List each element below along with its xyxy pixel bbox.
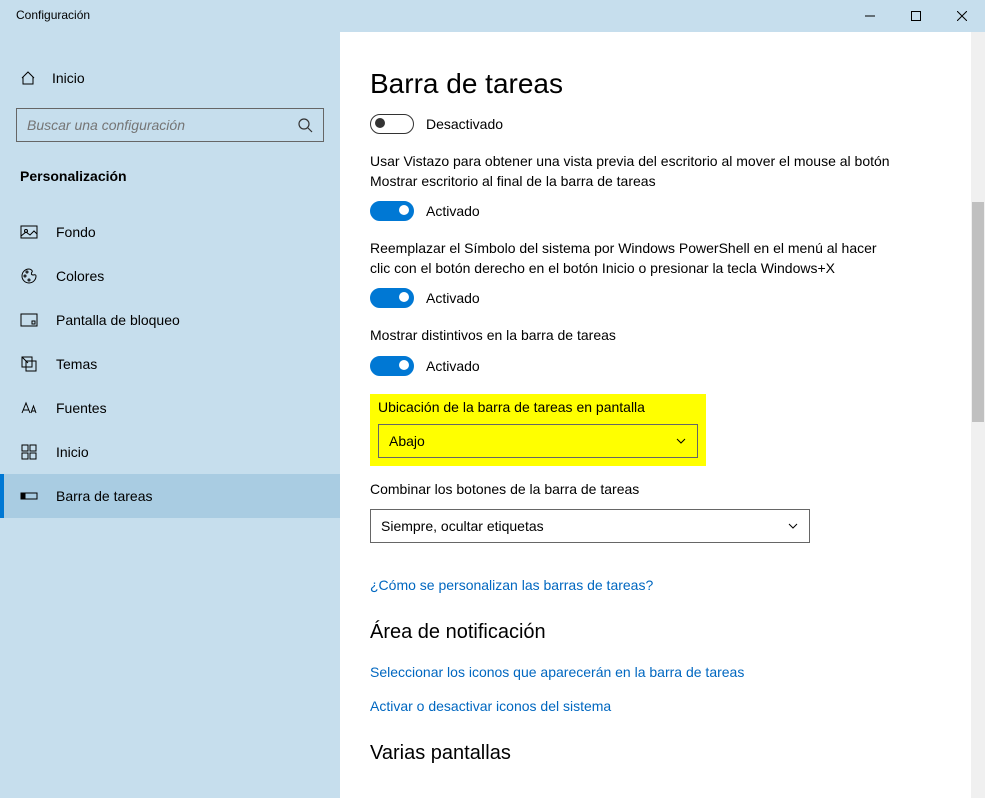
notification-area-title: Área de notificación	[370, 621, 955, 644]
toggle-state: Activado	[426, 290, 480, 306]
setting-badges-text: Mostrar distintivos en la barra de tarea…	[370, 326, 890, 346]
close-button[interactable]	[939, 0, 985, 32]
nav-label: Barra de tareas	[56, 488, 153, 504]
toggle-peek[interactable]	[370, 201, 414, 221]
palette-icon	[20, 267, 38, 285]
chevron-down-icon	[675, 435, 687, 447]
search-input[interactable]	[27, 117, 313, 133]
combine-dropdown[interactable]: Siempre, ocultar etiquetas	[370, 509, 810, 543]
lockscreen-icon	[20, 311, 38, 329]
nav-item-inicio[interactable]: Inicio	[0, 430, 340, 474]
nav-label: Fuentes	[56, 400, 107, 416]
fonts-icon	[20, 399, 38, 417]
window-title: Configuración	[16, 8, 90, 22]
nav-item-temas[interactable]: Temas	[0, 342, 340, 386]
maximize-button[interactable]	[893, 0, 939, 32]
setting-peek-text: Usar Vistazo para obtener una vista prev…	[370, 152, 890, 191]
chevron-down-icon	[787, 520, 799, 532]
home-link[interactable]: Inicio	[0, 60, 340, 96]
nav-label: Fondo	[56, 224, 96, 240]
nav-item-barra-tareas[interactable]: Barra de tareas	[0, 474, 340, 518]
combine-label: Combinar los botones de la barra de tare…	[370, 480, 890, 500]
titlebar: Configuración	[0, 0, 985, 32]
taskbar-location-section: Ubicación de la barra de tareas en panta…	[370, 394, 706, 466]
sidebar: Inicio Personalización Fondo Colores Pan…	[0, 32, 340, 798]
toggle-state: Activado	[426, 358, 480, 374]
multiple-displays-title: Varias pantallas	[370, 742, 955, 765]
search-icon	[297, 117, 313, 133]
location-dropdown[interactable]: Abajo	[378, 424, 698, 458]
nav-item-bloqueo[interactable]: Pantalla de bloqueo	[0, 298, 340, 342]
scroll-thumb[interactable]	[972, 202, 984, 422]
toggle-state: Activado	[426, 203, 480, 219]
section-label: Personalización	[0, 162, 340, 198]
start-icon	[20, 443, 38, 461]
toggle-powershell[interactable]	[370, 288, 414, 308]
nav-item-colores[interactable]: Colores	[0, 254, 340, 298]
toggle-badges[interactable]	[370, 356, 414, 376]
nav-label: Colores	[56, 268, 104, 284]
main-content: Barra de tareas Desactivado Usar Vistazo…	[340, 32, 985, 798]
taskbar-icon	[20, 487, 38, 505]
search-box[interactable]	[16, 108, 324, 142]
toggle-state: Desactivado	[426, 116, 503, 132]
nav-label: Temas	[56, 356, 97, 372]
picture-icon	[20, 223, 38, 241]
link-system-icons[interactable]: Activar o desactivar iconos del sistema	[370, 698, 955, 714]
dropdown-value: Abajo	[389, 433, 425, 449]
dropdown-value: Siempre, ocultar etiquetas	[381, 518, 544, 534]
minimize-button[interactable]	[847, 0, 893, 32]
nav-item-fuentes[interactable]: Fuentes	[0, 386, 340, 430]
link-select-icons[interactable]: Seleccionar los iconos que aparecerán en…	[370, 664, 955, 680]
nav-label: Inicio	[56, 444, 89, 460]
location-label: Ubicación de la barra de tareas en panta…	[378, 398, 698, 418]
scrollbar[interactable]	[971, 32, 985, 798]
nav: Fondo Colores Pantalla de bloqueo Temas …	[0, 210, 340, 518]
toggle-lock[interactable]	[370, 114, 414, 134]
link-help-taskbar[interactable]: ¿Cómo se personalizan las barras de tare…	[370, 577, 955, 593]
nav-label: Pantalla de bloqueo	[56, 312, 180, 328]
home-icon	[20, 70, 36, 86]
setting-powershell-text: Reemplazar el Símbolo del sistema por Wi…	[370, 239, 890, 278]
nav-item-fondo[interactable]: Fondo	[0, 210, 340, 254]
home-label: Inicio	[52, 70, 85, 86]
themes-icon	[20, 355, 38, 373]
page-title: Barra de tareas	[370, 68, 955, 100]
